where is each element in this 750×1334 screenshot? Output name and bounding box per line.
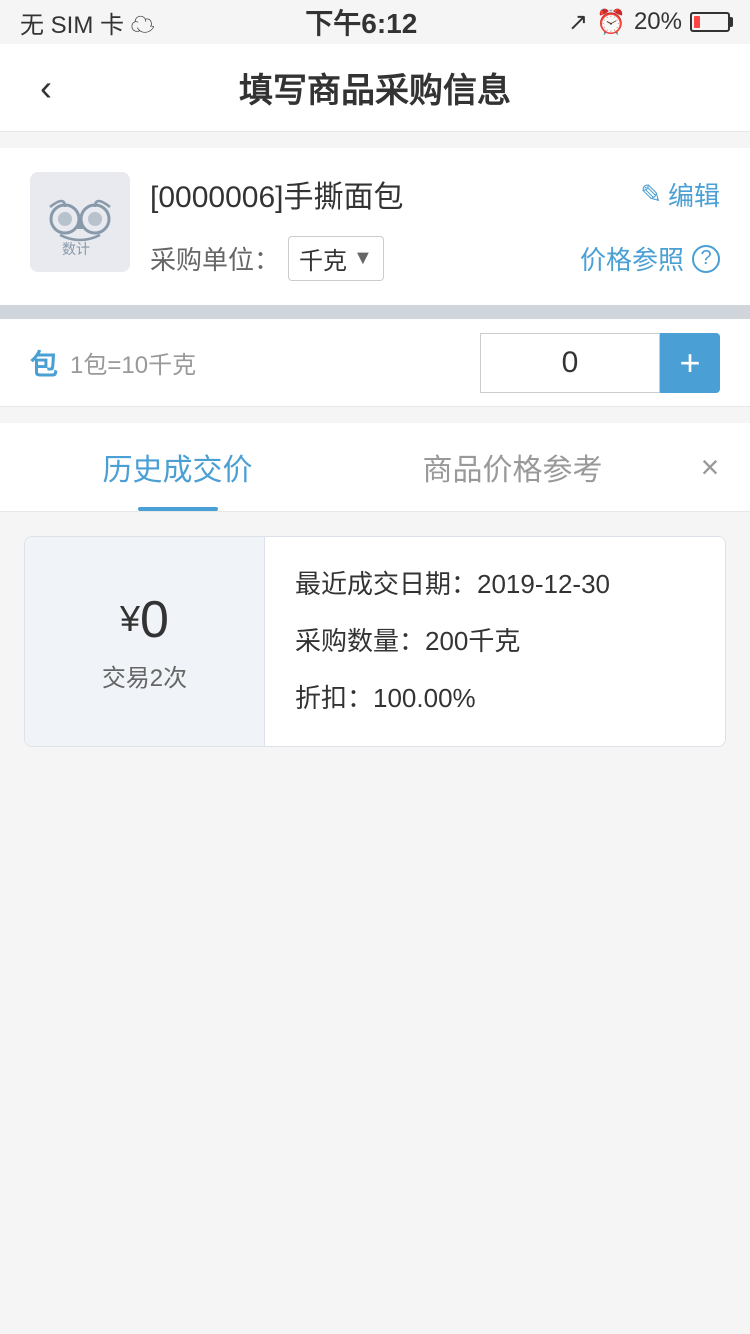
unit-label: 采购单位： xyxy=(150,240,280,277)
package-unit-label: 包 xyxy=(30,343,58,383)
nav-bar: ‹ 填写商品采购信息 xyxy=(0,44,750,132)
price-reference-button[interactable]: 价格参照 ? xyxy=(580,240,720,277)
tabs-header: 历史成交价 商品价格参考 × xyxy=(0,423,750,511)
currency-symbol: ¥ xyxy=(120,598,140,640)
purchase-quantity-row: 采购数量：200千克 xyxy=(295,622,695,661)
tab-history-price[interactable]: 历史成交价 xyxy=(10,423,345,511)
unit-conversion-label: 1包=10千克 xyxy=(70,345,196,380)
product-image: 数计 xyxy=(30,172,130,272)
quantity-plus-button[interactable]: + xyxy=(660,333,720,393)
unit-value: 千克 xyxy=(299,241,347,276)
product-name: [0000006]手撕面包 xyxy=(150,172,403,216)
discount-label: 折扣： xyxy=(295,683,373,713)
edit-button[interactable]: ✎ 编辑 xyxy=(640,176,720,213)
tab-close-button[interactable]: × xyxy=(680,437,740,497)
recent-date-value: 2019-12-30 xyxy=(477,569,610,599)
history-card: ¥0 交易2次 最近成交日期：2019-12-30 采购数量：200千克 折扣：… xyxy=(24,536,726,747)
battery-text: 20% xyxy=(634,8,682,36)
tabs-container: 历史成交价 商品价格参考 × xyxy=(0,423,750,512)
history-price-section: ¥0 交易2次 xyxy=(25,537,265,746)
product-info: [0000006]手撕面包 ✎ 编辑 采购单位： 千克 ▼ 价格参照 ? xyxy=(150,172,720,281)
product-card: 数计 [0000006]手撕面包 ✎ 编辑 采购单位： 千克 ▼ 价格参照 ? xyxy=(0,148,750,305)
status-right: ↗ ⏰ 20% xyxy=(568,8,730,37)
no-sim-text: 无 SIM 卡 ☁ xyxy=(20,5,155,40)
price-value: 0 xyxy=(140,591,169,649)
history-details-section: 最近成交日期：2019-12-30 采购数量：200千克 折扣：100.00% xyxy=(265,537,725,746)
battery-icon xyxy=(690,12,730,32)
quantity-row: 包 1包=10千克 0 + xyxy=(0,319,750,407)
history-price-display: ¥0 xyxy=(120,590,169,650)
svg-text:数计: 数计 xyxy=(62,241,90,257)
main-content: ¥0 交易2次 最近成交日期：2019-12-30 采购数量：200千克 折扣：… xyxy=(0,536,750,1136)
discount-row: 折扣：100.00% xyxy=(295,679,695,718)
purchase-quantity-value: 200千克 xyxy=(425,626,520,656)
trades-count: 交易2次 xyxy=(102,658,187,693)
back-button[interactable]: ‹ xyxy=(30,57,62,119)
unit-select[interactable]: 千克 ▼ xyxy=(288,236,384,281)
price-ref-label: 价格参照 xyxy=(580,240,684,277)
dropdown-arrow-icon: ▼ xyxy=(353,247,373,270)
status-left: 无 SIM 卡 ☁ xyxy=(20,5,155,40)
quantity-control: 0 + xyxy=(480,333,720,393)
status-bar: 无 SIM 卡 ☁ 下午6:12 ↗ ⏰ 20% xyxy=(0,0,750,44)
edit-icon: ✎ xyxy=(640,179,662,210)
tab-history-label: 历史成交价 xyxy=(103,445,253,489)
tab-price-reference[interactable]: 商品价格参考 xyxy=(345,423,680,511)
edit-label: 编辑 xyxy=(668,176,720,213)
help-icon: ? xyxy=(692,245,720,273)
tab-active-indicator xyxy=(138,507,218,511)
recent-date-row: 最近成交日期：2019-12-30 xyxy=(295,565,695,604)
discount-value: 100.00% xyxy=(373,683,476,713)
tab-price-ref-label: 商品价格参考 xyxy=(423,445,603,489)
location-icon: ↗ xyxy=(568,8,588,37)
status-time: 下午6:12 xyxy=(305,2,417,42)
section-divider xyxy=(0,305,750,319)
quantity-input[interactable]: 0 xyxy=(480,333,660,393)
purchase-quantity-label: 采购数量： xyxy=(295,626,425,656)
page-title: 填写商品采购信息 xyxy=(239,63,511,112)
recent-date-label: 最近成交日期： xyxy=(295,569,477,599)
alarm-icon: ⏰ xyxy=(596,8,626,37)
